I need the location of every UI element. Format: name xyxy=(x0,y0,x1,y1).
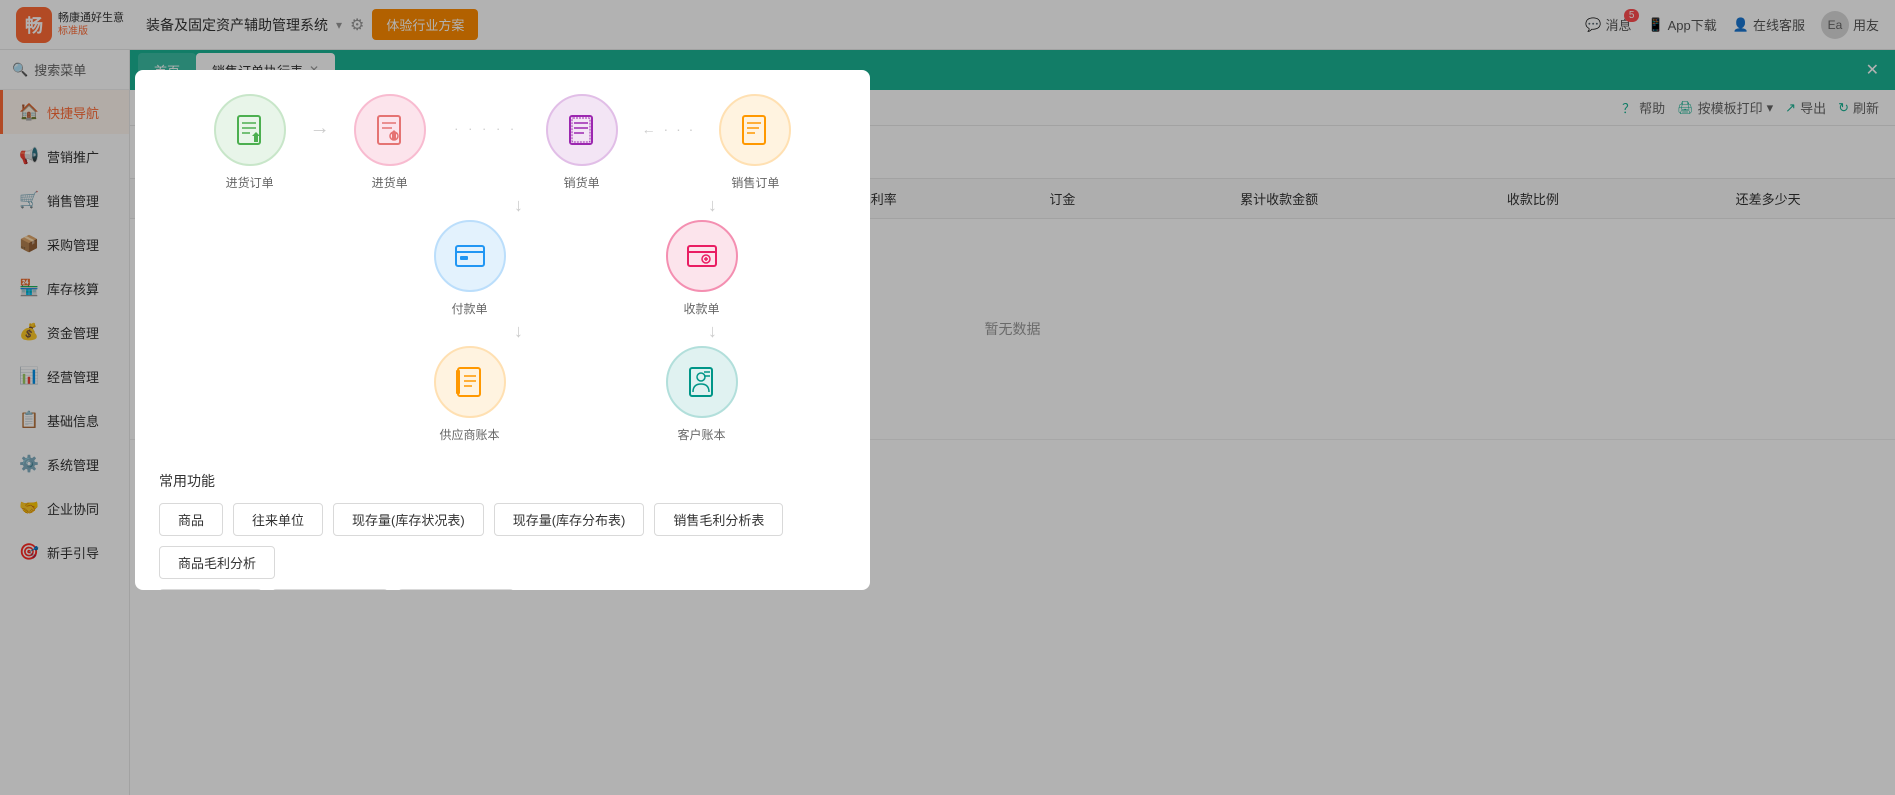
receipt-bill-circle xyxy=(666,220,738,292)
flow-node-customer-ledger: 客户账本 xyxy=(666,346,738,443)
func-btn-inventory-status[interactable]: 现存量(库存状况表) xyxy=(333,503,484,536)
modal-body: 进货订单 → 进货单 · · · · · xyxy=(135,70,870,590)
customer-ledger-label: 客户账本 xyxy=(677,426,725,443)
func-btn-sales-ranking[interactable]: 销售排行榜 xyxy=(159,589,262,590)
payment-bill-label: 付款单 xyxy=(451,300,487,317)
purchase-bill-label: 进货单 xyxy=(372,174,408,191)
func-btn-inventory-dist[interactable]: 现存量(库存分布表) xyxy=(494,503,645,536)
func-btn-receipt-stats[interactable]: 收款情况统计 xyxy=(272,589,388,590)
supplier-ledger-label: 供应商账本 xyxy=(439,426,499,443)
purchase-order-circle xyxy=(214,94,286,166)
flow-node-purchase-order: 进货订单 xyxy=(214,94,286,191)
flow-node-purchase-bill: 进货单 xyxy=(354,94,426,191)
func-btn-product-margin[interactable]: 商品毛利分析 xyxy=(159,546,275,579)
purchase-bill-circle xyxy=(354,94,426,166)
flow-chart: 进货订单 → 进货单 · · · · · xyxy=(159,94,846,451)
receipt-bill-label: 收款单 xyxy=(683,300,719,317)
flow-node-sales-bill: 销货单 xyxy=(546,94,618,191)
arrow-h-2: ← · · · xyxy=(642,121,696,137)
common-functions: 常用功能 商品 往来单位 现存量(库存状况表) 现存量(库存分布表) 销售毛利分… xyxy=(159,471,846,590)
modal-overlay[interactable]: 进货订单 → 进货单 · · · · · xyxy=(0,0,1895,795)
flow-node-receipt-bill: 收款单 xyxy=(666,220,738,317)
flow-modal: 进货订单 → 进货单 · · · · · xyxy=(135,70,870,590)
func-btn-product[interactable]: 商品 xyxy=(159,503,223,536)
func-btn-payment-stats[interactable]: 付款情况统计 xyxy=(398,589,514,590)
sales-bill-label: 销货单 xyxy=(564,174,600,191)
flow-node-payment-bill: 付款单 xyxy=(434,220,506,317)
arrow-h-1: → xyxy=(310,117,330,140)
func-grid-2: 销售排行榜 收款情况统计 付款情况统计 xyxy=(159,589,846,590)
sales-bill-circle xyxy=(546,94,618,166)
common-functions-title: 常用功能 xyxy=(159,471,846,491)
flow-node-supplier-ledger: 供应商账本 xyxy=(434,346,506,443)
purchase-order-label: 进货订单 xyxy=(226,174,274,191)
sales-order-circle xyxy=(719,94,791,166)
customer-ledger-circle xyxy=(666,346,738,418)
supplier-ledger-circle xyxy=(434,346,506,418)
func-btn-contacts[interactable]: 往来单位 xyxy=(233,503,323,536)
flow-node-sales-order: 销售订单 xyxy=(719,94,791,191)
func-btn-sales-margin[interactable]: 销售毛利分析表 xyxy=(654,503,783,536)
sales-order-label: 销售订单 xyxy=(731,174,779,191)
func-grid: 商品 往来单位 现存量(库存状况表) 现存量(库存分布表) 销售毛利分析表 商品… xyxy=(159,503,846,579)
payment-bill-circle xyxy=(434,220,506,292)
